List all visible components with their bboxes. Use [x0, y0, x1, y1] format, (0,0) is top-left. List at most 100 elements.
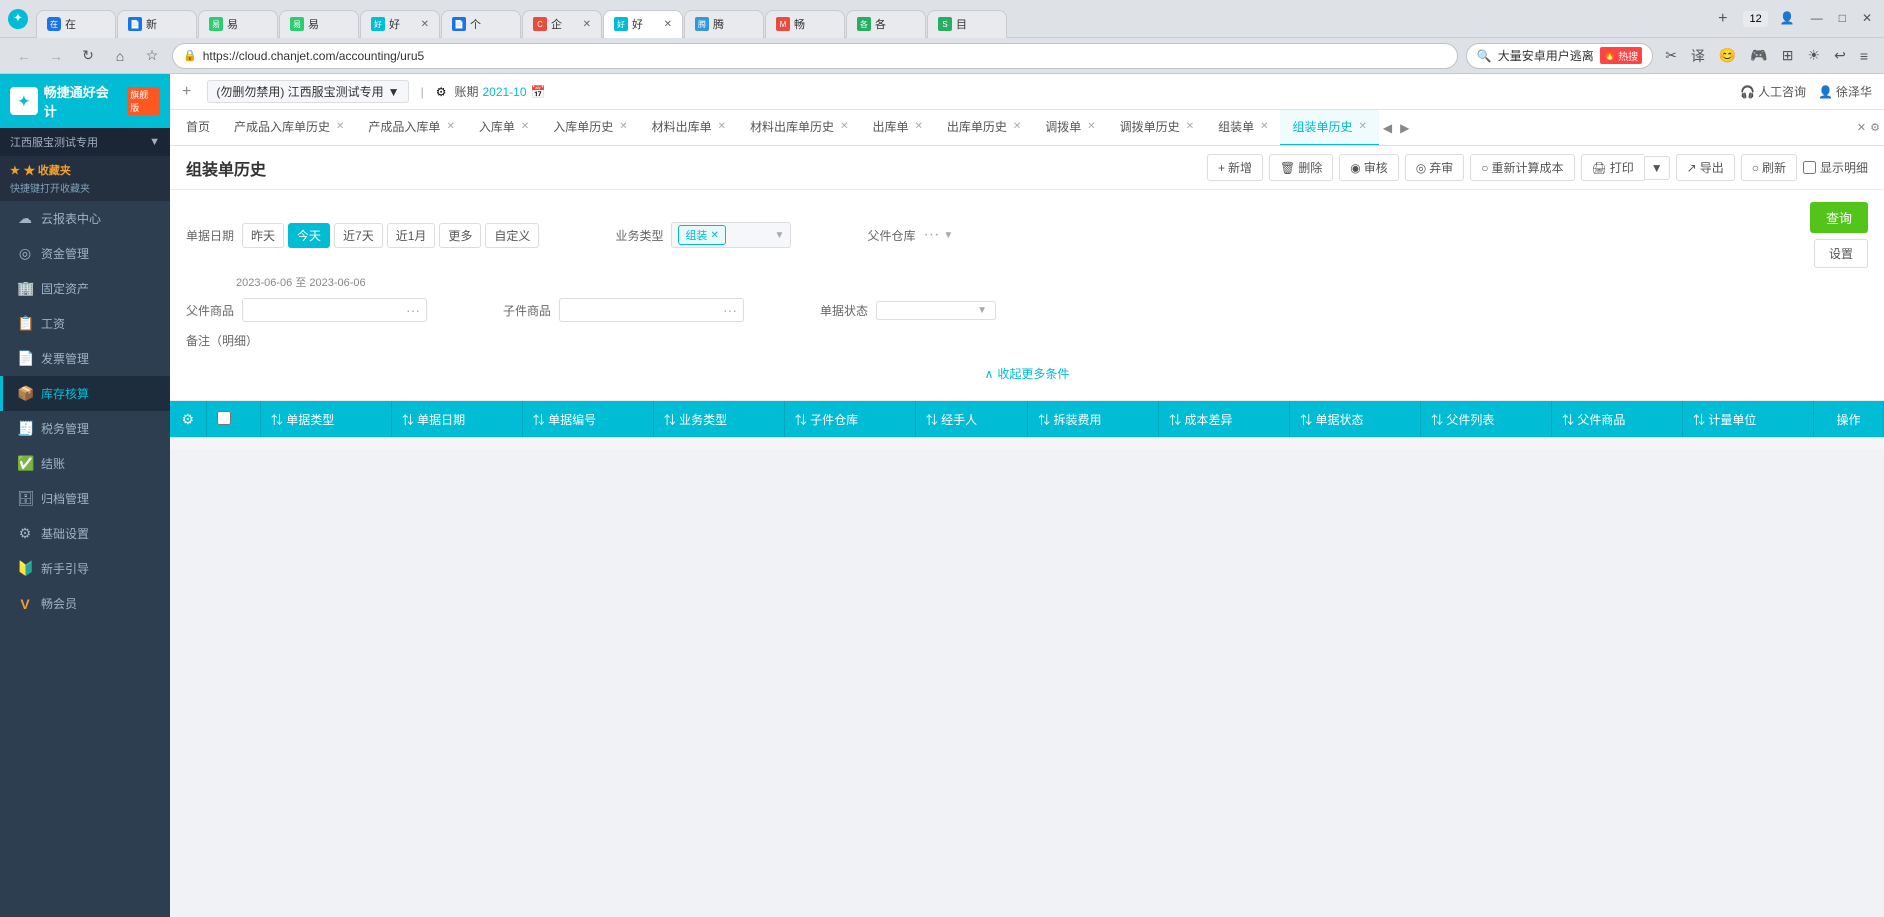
table-select-all-checkbox[interactable]: [217, 411, 231, 425]
sidebar-item-tax[interactable]: 🧾 税务管理: [0, 411, 170, 446]
tab-scroll-right[interactable]: ▶: [1396, 121, 1413, 135]
page-tab-in-hist-close[interactable]: ✕: [619, 121, 627, 132]
top-bar-gear[interactable]: ⚙: [436, 85, 447, 99]
browser-tab-11[interactable]: 各 各: [846, 10, 926, 38]
tab-more-button[interactable]: ✕: [1857, 121, 1866, 134]
table-col-cost-diff[interactable]: ⇅ 成本差异: [1159, 401, 1290, 437]
child-goods-text-input[interactable]: [566, 303, 721, 317]
parent-goods-text-input[interactable]: [249, 303, 404, 317]
nav-refresh-button[interactable]: ↻: [76, 44, 100, 68]
page-tab-mat-out-hist[interactable]: 材料出库单历史 ✕: [738, 110, 860, 146]
tab-settings-button[interactable]: ⚙: [1870, 121, 1880, 134]
recalc-button[interactable]: ○ 重新计算成本: [1470, 154, 1574, 181]
table-settings-gear-icon[interactable]: ⚙: [181, 411, 194, 427]
sidebar-item-inventory[interactable]: 📦 库存核算: [0, 376, 170, 411]
page-tab-out[interactable]: 出库单 ✕: [860, 110, 934, 146]
browser-tab-8[interactable]: 好 好 ✕: [603, 10, 683, 38]
browser-tab-9[interactable]: 腾 腾: [684, 10, 764, 38]
sidebar-item-fixed-assets[interactable]: 🏢 固定资产: [0, 271, 170, 306]
page-tab-mat-out-hist-close[interactable]: ✕: [840, 121, 848, 132]
print-button[interactable]: 🖨 打印: [1581, 154, 1644, 181]
sidebar-item-member[interactable]: V 畅会员: [0, 586, 170, 621]
table-col-disassemble-fee[interactable]: ⇅ 拆装费用: [1028, 401, 1159, 437]
page-tab-assembly-hist[interactable]: 组装单历史 ✕: [1280, 110, 1378, 146]
display-detail-checkbox[interactable]: [1803, 161, 1816, 174]
new-tab-button[interactable]: +: [1714, 10, 1731, 28]
nav-star-button[interactable]: ☆: [140, 44, 164, 68]
menu-icon[interactable]: ≡: [1856, 46, 1872, 66]
browser-search-bar[interactable]: 🔍 大量安卓用户逃离 🔥 热搜: [1466, 43, 1653, 69]
page-tab-assembly[interactable]: 组装单 ✕: [1206, 110, 1280, 146]
parent-goods-dots[interactable]: ···: [406, 302, 420, 318]
delete-button[interactable]: 🗑 删除: [1269, 154, 1333, 181]
page-tab-in-hist[interactable]: 入库单历史 ✕: [541, 110, 639, 146]
window-maximize-button[interactable]: □: [1835, 11, 1850, 27]
table-col-parent-goods[interactable]: ⇅ 父件商品: [1552, 401, 1683, 437]
sidebar-item-invoice[interactable]: 📄 发票管理: [0, 341, 170, 376]
sidebar-item-cloud-report[interactable]: ☁ 云报表中心: [0, 201, 170, 236]
table-col-order-no[interactable]: ⇅ 单据编号: [522, 401, 653, 437]
user-button[interactable]: 👤 徐泽华: [1818, 83, 1872, 100]
emoji-icon[interactable]: 😊: [1715, 45, 1740, 66]
sidebar-fav-label[interactable]: ★ ★ 收藏夹: [10, 162, 160, 178]
biz-type-dropdown-arrow[interactable]: ▼: [775, 230, 785, 241]
translate-icon[interactable]: 译: [1687, 44, 1709, 68]
browser-tab-1[interactable]: 在 在: [36, 10, 116, 38]
tab-close-5[interactable]: ✕: [421, 19, 429, 30]
sidebar-item-archive[interactable]: 🗄 归档管理: [0, 481, 170, 516]
calendar-icon[interactable]: 📅: [531, 85, 546, 99]
address-bar[interactable]: 🔒 https://cloud.chanjet.com/accounting/u…: [172, 43, 1458, 69]
table-col-unit[interactable]: ⇅ 计量单位: [1683, 401, 1814, 437]
filter-custom-btn[interactable]: 自定义: [485, 223, 539, 248]
browser-tab-5[interactable]: 好 好 ✕: [360, 10, 440, 38]
sidebar-company[interactable]: 江西服宝测试专用 ▼: [0, 128, 170, 156]
sidebar-item-fund[interactable]: ◎ 资金管理: [0, 236, 170, 271]
table-col-biz-type[interactable]: ⇅ 业务类型: [653, 401, 784, 437]
horizontal-scrollbar[interactable]: [170, 437, 1884, 449]
tab-scroll-left[interactable]: ◀: [1379, 121, 1396, 135]
window-minimize-button[interactable]: —: [1807, 11, 1827, 27]
page-tab-out-close[interactable]: ✕: [914, 121, 922, 132]
browser-tab-6[interactable]: 📄 个: [441, 10, 521, 38]
nav-forward-button[interactable]: →: [44, 44, 68, 68]
table-col-order-date[interactable]: ⇅ 单据日期: [391, 401, 522, 437]
page-tab-in-order-close[interactable]: ✕: [521, 121, 529, 132]
window-profile-icon[interactable]: 👤: [1776, 11, 1799, 27]
audit-button[interactable]: ◉ 审核: [1339, 154, 1399, 181]
new-button[interactable]: + 新增: [1207, 154, 1263, 181]
filter-parent-wh-dots[interactable]: ···: [923, 226, 939, 244]
page-tab-prod-in-hist-close[interactable]: ✕: [336, 121, 344, 132]
add-icon[interactable]: +: [182, 83, 191, 101]
page-tab-adjust[interactable]: 调拨单 ✕: [1033, 110, 1107, 146]
table-col-parent-list[interactable]: ⇅ 父件列表: [1421, 401, 1552, 437]
filter-yesterday-btn[interactable]: 昨天: [242, 223, 284, 248]
filter-more-btn[interactable]: 更多: [439, 223, 481, 248]
extensions-icon[interactable]: ✂: [1661, 45, 1681, 66]
page-tab-assembly-close[interactable]: ✕: [1260, 121, 1268, 132]
browser-tab-12[interactable]: S 目: [927, 10, 1007, 38]
page-tab-home[interactable]: 首页: [174, 110, 222, 146]
sidebar-item-settle[interactable]: ✅ 结账: [0, 446, 170, 481]
tab-close-8[interactable]: ✕: [664, 19, 672, 30]
page-tab-assembly-hist-close[interactable]: ✕: [1359, 121, 1367, 132]
table-col-order-status[interactable]: ⇅ 单据状态: [1290, 401, 1421, 437]
page-tab-out-hist-close[interactable]: ✕: [1013, 121, 1021, 132]
page-tab-out-hist[interactable]: 出库单历史 ✕: [935, 110, 1033, 146]
window-badge[interactable]: 12: [1743, 11, 1767, 27]
filter-biz-type-tag-close[interactable]: ✕: [710, 230, 718, 241]
settings-btn[interactable]: 设置: [1814, 239, 1868, 268]
filter-order-status-dropdown[interactable]: ▼: [876, 301, 996, 320]
page-tab-adjust-hist[interactable]: 调拨单历史 ✕: [1108, 110, 1206, 146]
filter-biz-type-input[interactable]: 组装 ✕ ▼: [671, 222, 791, 248]
page-tab-adjust-hist-close[interactable]: ✕: [1186, 121, 1194, 132]
browser-tab-2[interactable]: 📄 新: [117, 10, 197, 38]
window-close-button[interactable]: ✕: [1858, 11, 1876, 27]
table-col-handler[interactable]: ⇅ 经手人: [915, 401, 1027, 437]
abandon-button[interactable]: ◎ 弃审: [1405, 154, 1465, 181]
nav-home-button[interactable]: ⌂: [108, 44, 132, 68]
browser-tab-10[interactable]: M 畅: [765, 10, 845, 38]
table-col-settings[interactable]: ⚙: [170, 401, 206, 437]
table-col-order-type[interactable]: ⇅ 单据类型: [260, 401, 391, 437]
page-tab-prod-in-hist[interactable]: 产成品入库单历史 ✕: [222, 110, 356, 146]
browser-tab-3[interactable]: 易 易: [198, 10, 278, 38]
